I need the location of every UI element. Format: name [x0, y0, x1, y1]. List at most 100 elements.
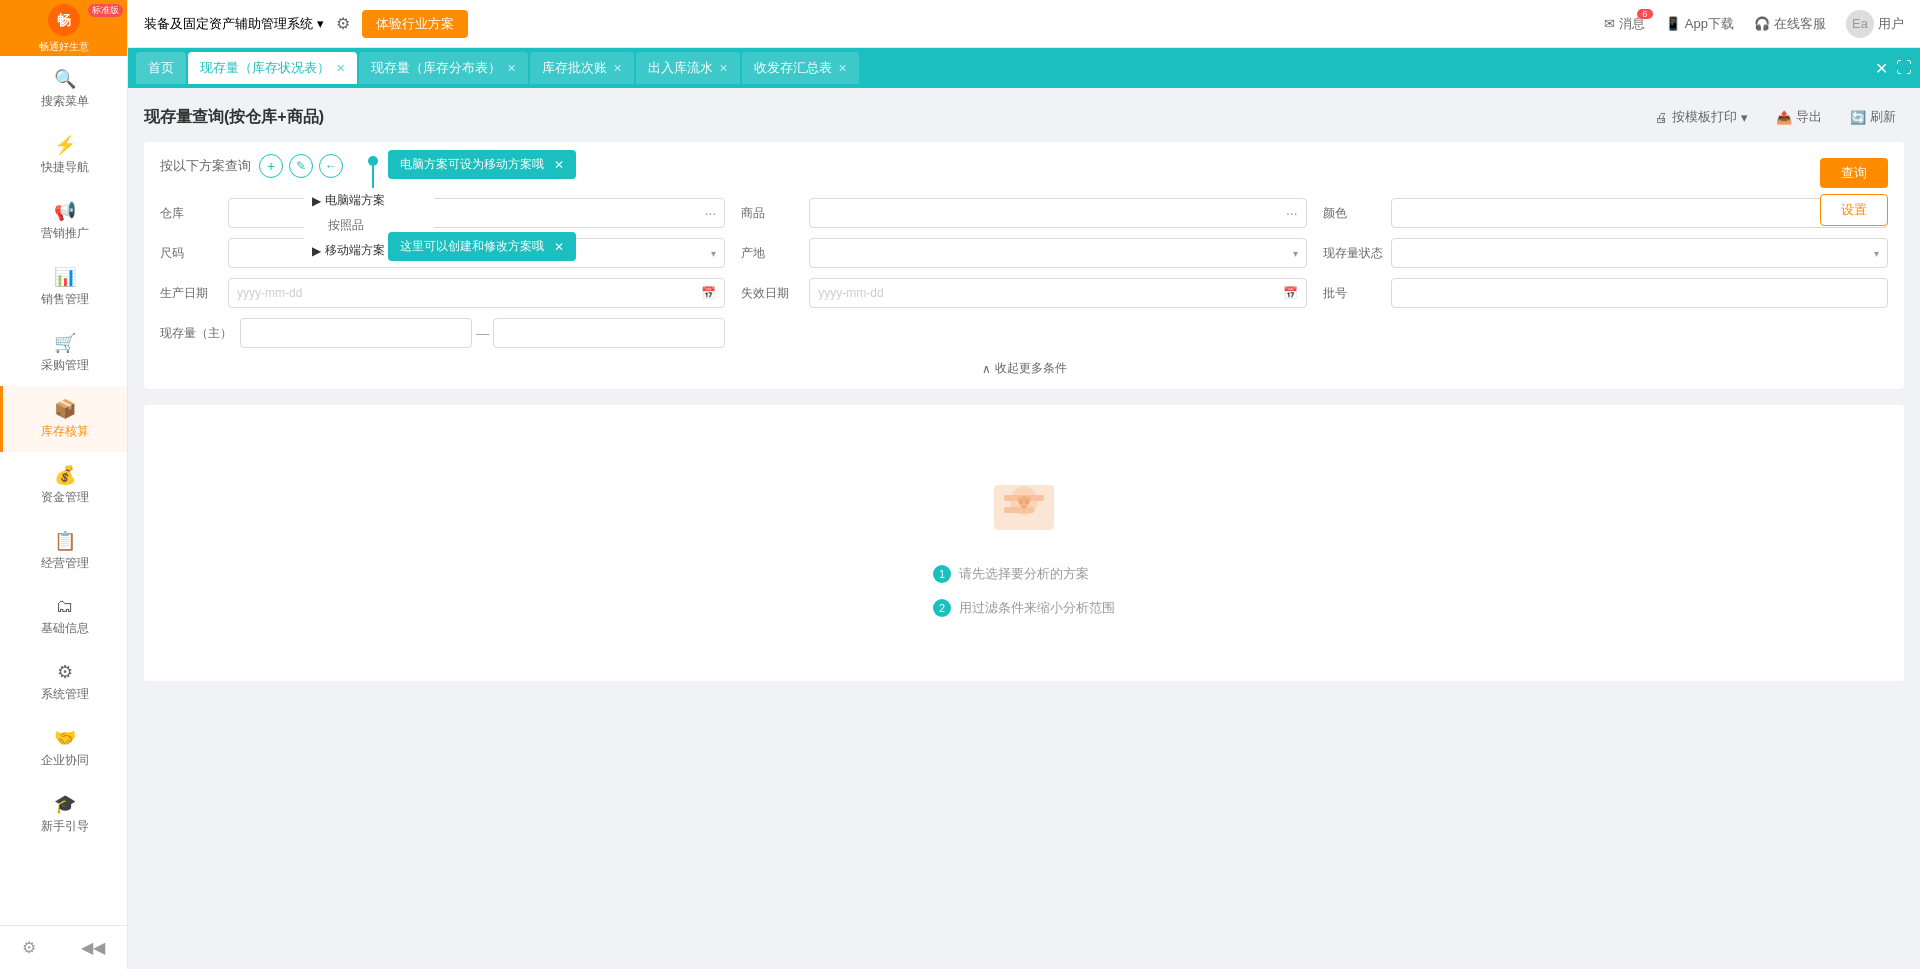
edit-scheme-btn[interactable]: ✎ [289, 154, 313, 178]
brand-text: 畅通好生意 [39, 40, 89, 54]
color-select[interactable]: ▾ [1391, 198, 1888, 228]
tab-actions: ✕ ⛶ [1875, 59, 1912, 78]
sidebar-item-enterprise[interactable]: 🤝 企业协同 [0, 715, 127, 781]
stock-range-max[interactable] [493, 318, 725, 348]
dropdown-arrow-icon: ▾ [317, 16, 324, 31]
stock-main-label: 现存量（主） [160, 325, 232, 342]
header-right: ✉ 消息 6 📱 App下载 🎧 在线客服 Ea 用户 [1604, 10, 1904, 38]
collapse-arrow-icon: ∧ [982, 362, 991, 376]
page-title: 现存量查询(按仓库+商品) [144, 107, 324, 128]
add-scheme-btn[interactable]: + [259, 154, 283, 178]
tooltip-text2: 这里可以创建和修改方案哦 [400, 238, 544, 255]
sidebar-item-purchase[interactable]: 🛒 采购管理 [0, 320, 127, 386]
tab-close-inventory-status[interactable]: ✕ [336, 62, 345, 75]
tab-inventory-status[interactable]: 现存量（库存状况表） ✕ [188, 52, 357, 84]
stock-range-min[interactable] [240, 318, 472, 348]
tab-collect-summary[interactable]: 收发存汇总表 ✕ [742, 52, 859, 84]
empty-state: 1 请先选择要分析的方案 2 用过滤条件来缩小分析范围 [144, 405, 1904, 681]
tooltip2-close-btn[interactable]: ✕ [554, 240, 564, 254]
sidebar-label-search: 搜索菜单 [41, 93, 89, 110]
export-btn[interactable]: 📤 导出 [1768, 104, 1830, 130]
sidebar-item-marketing[interactable]: 📢 营销推广 [0, 188, 127, 254]
sidebar-label-finance: 资金管理 [41, 489, 89, 506]
dot-top [368, 156, 378, 166]
tab-close-collect-summary[interactable]: ✕ [838, 62, 847, 75]
tab-inout-flow[interactable]: 出入库流水 ✕ [636, 52, 740, 84]
reset-btn[interactable]: 设置 [1820, 194, 1888, 226]
tooltip1-close-btn[interactable]: ✕ [554, 158, 564, 172]
warehouse-select[interactable]: ··· [228, 198, 725, 228]
app-download-label: App下载 [1685, 15, 1734, 33]
goods-select[interactable]: ··· [809, 198, 1306, 228]
stock-range: — [240, 318, 725, 348]
basic-icon: 🗂 [56, 596, 74, 617]
origin-arrow-icon: ▾ [1293, 248, 1298, 259]
size-arrow-icon: ▾ [711, 248, 716, 259]
warehouse-more-icon[interactable]: ··· [705, 205, 717, 221]
page-header: 现存量查询(按仓库+商品) 🖨 按模板打印 ▾ 📤 导出 🔄 刷新 [144, 104, 1904, 130]
sidebar-item-basic[interactable]: 🗂 基础信息 [0, 584, 127, 649]
system-name-dropdown[interactable]: 装备及固定资产辅助管理系统 ▾ [144, 15, 324, 33]
sidebar-label-operations: 经营管理 [41, 555, 89, 572]
sidebar-item-search[interactable]: 🔍 搜索菜单 [0, 56, 127, 122]
online-support-item[interactable]: 🎧 在线客服 [1754, 15, 1826, 33]
sidebar-item-guide[interactable]: 🎓 新手引导 [0, 781, 127, 847]
refresh-btn[interactable]: 🔄 刷新 [1842, 104, 1904, 130]
industry-btn[interactable]: 体验行业方案 [362, 10, 468, 38]
user-item[interactable]: Ea 用户 [1846, 10, 1904, 38]
tab-close-batch-account[interactable]: ✕ [613, 62, 622, 75]
tab-inventory-dist-label: 现存量（库存分布表） [371, 59, 501, 77]
stock-status-label: 现存量状态 [1323, 245, 1383, 262]
prev-scheme-btn[interactable]: ← [319, 154, 343, 178]
tooltip-text1: 电脑方案可设为移动方案哦 [400, 156, 544, 173]
empty-step2: 2 用过滤条件来缩小分析范围 [933, 595, 1115, 621]
sidebar-label-enterprise: 企业协同 [41, 752, 89, 769]
guide-icon: 🎓 [54, 793, 76, 815]
tab-inout-flow-label: 出入库流水 [648, 59, 713, 77]
expire-date-input[interactable]: yyyy-mm-dd 📅 [809, 278, 1306, 308]
sidebar-item-sales[interactable]: 📊 销售管理 [0, 254, 127, 320]
tab-close-inventory-dist[interactable]: ✕ [507, 62, 516, 75]
sidebar-item-system[interactable]: ⚙ 系统管理 [0, 649, 127, 715]
sidebar-item-finance[interactable]: 💰 资金管理 [0, 452, 127, 518]
fullscreen-icon[interactable]: ⛶ [1896, 59, 1912, 77]
tab-batch-account[interactable]: 库存批次账 ✕ [530, 52, 634, 84]
produce-date-input[interactable]: yyyy-mm-dd 📅 [228, 278, 725, 308]
sidebar-item-inventory[interactable]: 📦 库存核算 [0, 386, 127, 452]
batch-input[interactable] [1391, 278, 1888, 308]
scheme-item-pc[interactable]: ▶ 电脑端方案 [304, 188, 434, 213]
content-area: 现存量查询(按仓库+商品) 🖨 按模板打印 ▾ 📤 导出 🔄 刷新 [128, 88, 1920, 969]
produce-date-label: 生产日期 [160, 285, 220, 302]
settings-bottom-icon[interactable]: ⚙ [22, 938, 36, 957]
filter-label: 按以下方案查询 [160, 157, 251, 175]
marketing-icon: 📢 [54, 200, 76, 222]
produce-date-calendar-icon[interactable]: 📅 [701, 286, 716, 300]
brand-badge: 标准版 [88, 4, 123, 17]
origin-select[interactable]: ▾ [809, 238, 1306, 268]
sidebar-label-purchase: 采购管理 [41, 357, 89, 374]
tab-inventory-dist[interactable]: 现存量（库存分布表） ✕ [359, 52, 528, 84]
stock-status-select[interactable]: ▾ [1391, 238, 1888, 268]
template-print-btn[interactable]: 🖨 按模板打印 ▾ [1647, 104, 1756, 130]
sidebar-bottom: ⚙ ◀◀ [0, 925, 127, 969]
sidebar-logo: 畅 畅通好生意 标准版 [0, 0, 127, 56]
goods-more-icon[interactable]: ··· [1286, 205, 1298, 221]
tab-bar: 首页 现存量（库存状况表） ✕ 现存量（库存分布表） ✕ 库存批次账 ✕ 出入库… [128, 48, 1920, 88]
collapse-sidebar-icon[interactable]: ◀◀ [81, 938, 105, 957]
goods-label: 商品 [741, 205, 801, 222]
sidebar-item-quick-nav[interactable]: ⚡ 快捷导航 [0, 122, 127, 188]
sidebar-item-operations[interactable]: 📋 经营管理 [0, 518, 127, 584]
printer-icon: 🖨 [1655, 110, 1668, 125]
collapse-filter-btn[interactable]: ∧ 收起更多条件 [982, 360, 1067, 377]
tab-home[interactable]: 首页 [136, 52, 186, 84]
message-item[interactable]: ✉ 消息 6 [1604, 15, 1645, 33]
search-btn[interactable]: 查询 [1820, 158, 1888, 188]
origin-label: 产地 [741, 245, 801, 262]
expire-date-calendar-icon[interactable]: 📅 [1283, 286, 1298, 300]
purchase-icon: 🛒 [54, 332, 76, 354]
app-download-item[interactable]: 📱 App下载 [1665, 15, 1734, 33]
close-all-tabs-icon[interactable]: ✕ [1875, 59, 1888, 78]
export-icon: 📤 [1776, 110, 1792, 125]
header-settings-icon[interactable]: ⚙ [336, 14, 350, 33]
tab-close-inout-flow[interactable]: ✕ [719, 62, 728, 75]
